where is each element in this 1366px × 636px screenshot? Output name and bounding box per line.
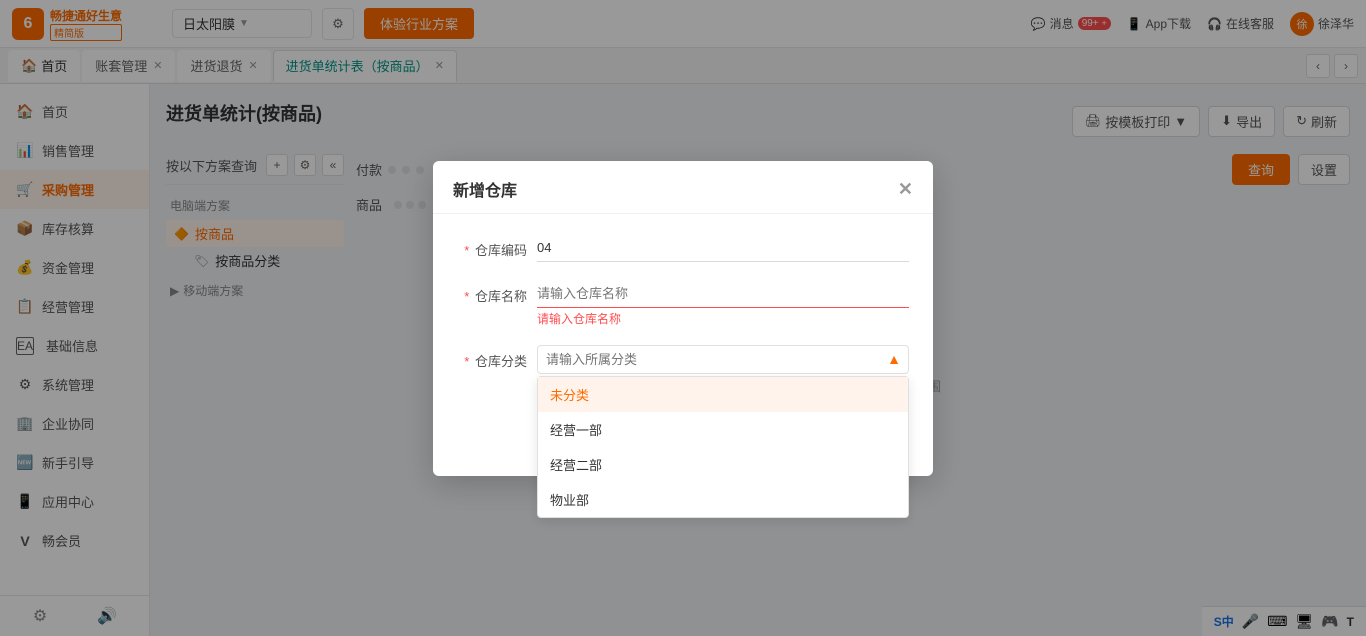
modal-close-button[interactable]: ✕ xyxy=(898,180,913,198)
dropdown-item-1[interactable]: 经营一部 xyxy=(538,412,908,447)
dropdown-item-3[interactable]: 物业部 xyxy=(538,482,908,517)
warehouse-category-control: ▲ 未分类 经营一部 经营二部 物业部 xyxy=(537,345,909,374)
warehouse-category-label: * 仓库分类 xyxy=(457,345,537,370)
category-select-wrapper: ▲ xyxy=(537,345,909,374)
warehouse-name-input[interactable] xyxy=(537,280,909,308)
form-row-category: * 仓库分类 ▲ 未分类 经营一部 经营二部 物业部 xyxy=(457,345,909,374)
warehouse-category-input[interactable] xyxy=(537,345,909,374)
warehouse-code-label: * 仓库编码 xyxy=(457,234,537,259)
warehouse-code-control xyxy=(537,234,909,262)
modal-body: * 仓库编码 * 仓库名称 请输入仓库名称 xyxy=(433,214,933,412)
dropdown-item-0[interactable]: 未分类 xyxy=(538,377,908,412)
form-row-name: * 仓库名称 请输入仓库名称 xyxy=(457,280,909,327)
dropdown-item-2[interactable]: 经营二部 xyxy=(538,447,908,482)
warehouse-name-label: * 仓库名称 xyxy=(457,280,537,305)
warehouse-name-control: 请输入仓库名称 xyxy=(537,280,909,327)
modal-header: 新增仓库 ✕ xyxy=(433,161,933,214)
category-dropdown: 未分类 经营一部 经营二部 物业部 xyxy=(537,376,909,518)
modal-overlay[interactable]: 新增仓库 ✕ * 仓库编码 * 仓库名称 xyxy=(0,0,1366,636)
warehouse-modal: 新增仓库 ✕ * 仓库编码 * 仓库名称 xyxy=(433,161,933,476)
form-row-code: * 仓库编码 xyxy=(457,234,909,262)
warehouse-code-input[interactable] xyxy=(537,234,909,262)
warehouse-name-error: 请输入仓库名称 xyxy=(537,310,909,327)
modal-title: 新增仓库 xyxy=(453,177,517,201)
